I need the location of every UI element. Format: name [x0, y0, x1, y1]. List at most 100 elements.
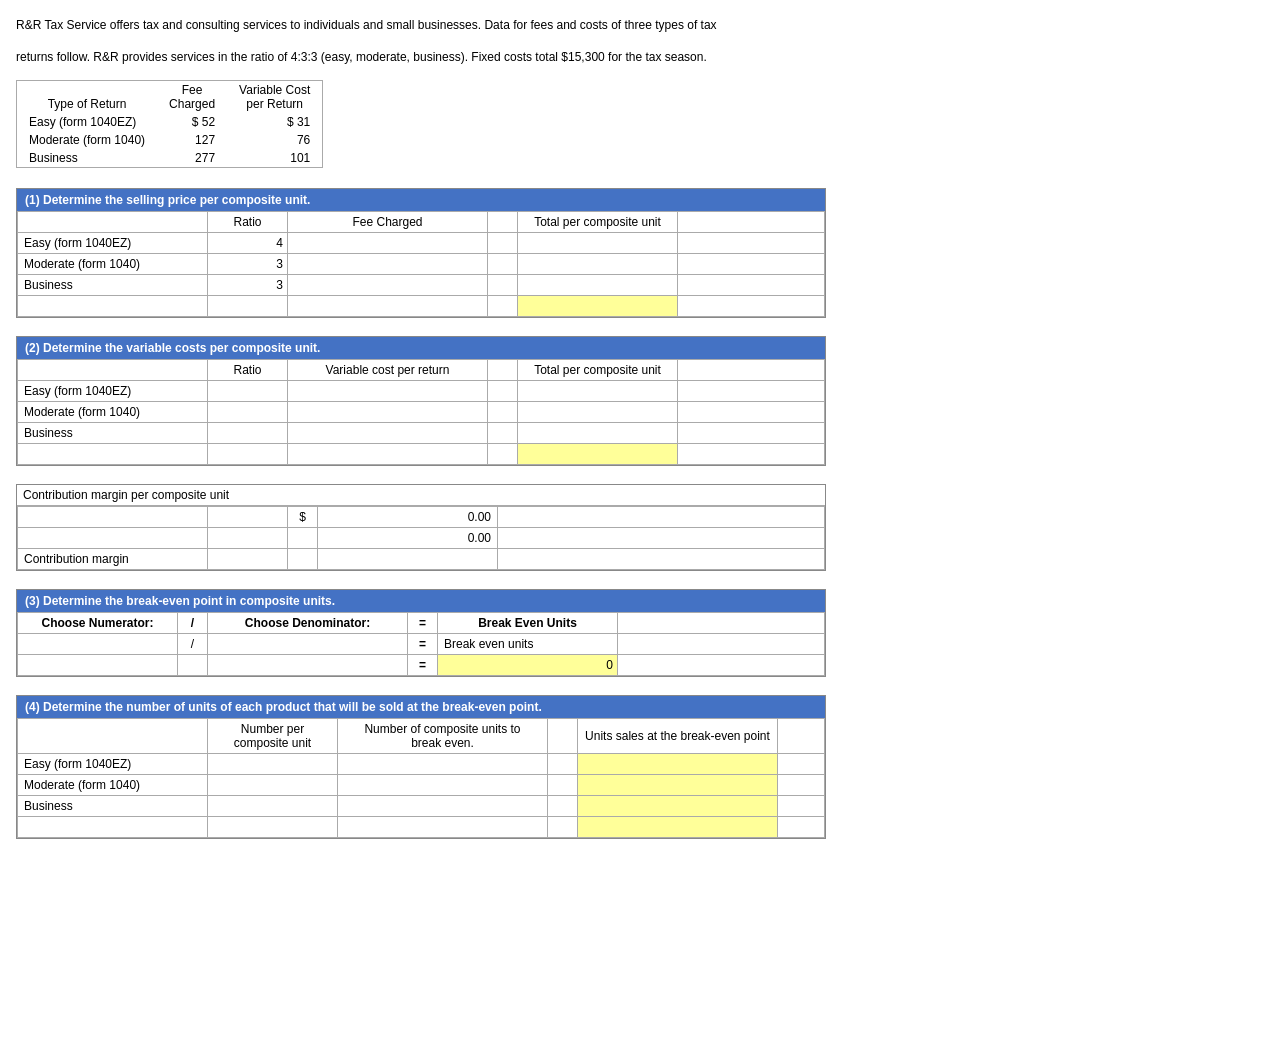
s4-row2-composite[interactable] [338, 775, 548, 796]
s4-row2-composite-input[interactable] [344, 778, 541, 792]
s2-row3-var-input[interactable] [294, 426, 481, 440]
s2-row1-var-input[interactable] [294, 384, 481, 398]
s4-row1-label: Easy (form 1040EZ) [18, 754, 208, 775]
s4-row3-units[interactable] [578, 796, 778, 817]
s3-row2-den[interactable] [208, 655, 408, 676]
s1-row3-fee-input[interactable] [294, 278, 481, 292]
s1-row3-total-input[interactable] [524, 278, 671, 292]
s1-row1-ratio: 4 [208, 233, 288, 254]
s1-row1-fee-input[interactable] [294, 236, 481, 250]
s4-row3-end [778, 796, 825, 817]
s3-row2-num-input[interactable] [24, 658, 171, 672]
s4-row2-spacer [548, 775, 578, 796]
s4-row4-units-input[interactable] [584, 820, 771, 834]
s2-row3-total[interactable] [518, 423, 678, 444]
s1-row1-end [678, 233, 825, 254]
s1-row1-total-input[interactable] [524, 236, 671, 250]
s4-row2-num[interactable] [208, 775, 338, 796]
s4-end-header [778, 719, 825, 754]
s4-row3-composite-input[interactable] [344, 799, 541, 813]
s1-ratio-header: Ratio [208, 212, 288, 233]
s2-row3-label: Business [18, 423, 208, 444]
section2-header: (2) Determine the variable costs per com… [17, 337, 825, 359]
s3-row1-den-input[interactable] [214, 637, 401, 651]
s2-sum-var [288, 444, 488, 465]
s2-empty-header [18, 360, 208, 381]
s2-row1-ratio[interactable] [208, 381, 288, 402]
s4-composite-header: Number of composite units tobreak even. [338, 719, 548, 754]
s4-row2-units-input[interactable] [584, 778, 771, 792]
s1-row1-fee[interactable] [288, 233, 488, 254]
cm-row2-col1[interactable] [18, 528, 208, 549]
cm-row2-col2-input[interactable] [214, 531, 281, 545]
s1-row3-total[interactable] [518, 275, 678, 296]
s4-row4-units[interactable] [578, 817, 778, 838]
s2-sum-total-input[interactable] [524, 447, 671, 461]
s2-row2-total-input[interactable] [524, 405, 671, 419]
s4-row1-num[interactable] [208, 754, 338, 775]
s3-result-value: 0 [438, 655, 618, 676]
s3-row1-den[interactable] [208, 634, 408, 655]
s1-row2-fee[interactable] [288, 254, 488, 275]
s4-row4-end [778, 817, 825, 838]
intro-col1-header: Type of Return [17, 81, 158, 114]
s1-row2-total[interactable] [518, 254, 678, 275]
s1-row3-fee[interactable] [288, 275, 488, 296]
s3-row1-result: Break even units [438, 634, 618, 655]
s4-row3-composite[interactable] [338, 796, 548, 817]
s2-row2-var-input[interactable] [294, 405, 481, 419]
s2-row2-total[interactable] [518, 402, 678, 423]
s2-row3-total-input[interactable] [524, 426, 671, 440]
s4-row1-units-input[interactable] [584, 757, 771, 771]
s2-row2-label: Moderate (form 1040) [18, 402, 208, 423]
s2-row3-var[interactable] [288, 423, 488, 444]
s2-row1-ratio-input[interactable] [214, 384, 281, 398]
s1-row2-total-input[interactable] [524, 257, 671, 271]
s2-sum-total[interactable] [518, 444, 678, 465]
s2-row1-total-input[interactable] [524, 384, 671, 398]
cm-row2-col2[interactable] [208, 528, 288, 549]
cm-row1-col2-input[interactable] [214, 510, 281, 524]
s3-row1-num-input[interactable] [24, 637, 171, 651]
s4-row3-num-input[interactable] [214, 799, 331, 813]
s4-row1-composite-input[interactable] [344, 757, 541, 771]
s3-row2-den-input[interactable] [214, 658, 401, 672]
s1-row1-spacer [488, 233, 518, 254]
s2-row1-var[interactable] [288, 381, 488, 402]
s4-row1-units[interactable] [578, 754, 778, 775]
s4-row1-num-input[interactable] [214, 757, 331, 771]
s3-row2-num[interactable] [18, 655, 178, 676]
cm-row1-col1[interactable] [18, 507, 208, 528]
s4-row3-units-input[interactable] [584, 799, 771, 813]
s1-row1-total[interactable] [518, 233, 678, 254]
s2-row3-spacer [488, 423, 518, 444]
s4-row3-num[interactable] [208, 796, 338, 817]
s2-row2-var[interactable] [288, 402, 488, 423]
s4-row2-num-input[interactable] [214, 778, 331, 792]
s1-fee-header: Fee Charged [288, 212, 488, 233]
s3-end [618, 613, 825, 634]
s1-sum-total-input[interactable] [524, 299, 671, 313]
s2-row1-total[interactable] [518, 381, 678, 402]
s1-sum-fee [288, 296, 488, 317]
intro-row3-fee: 277 [157, 149, 227, 168]
s4-row2-units[interactable] [578, 775, 778, 796]
s1-row2-fee-input[interactable] [294, 257, 481, 271]
intro-text-line2: returns follow. R&R provides services in… [16, 48, 876, 66]
cm-label-value[interactable] [318, 549, 498, 570]
s2-row2-ratio[interactable] [208, 402, 288, 423]
s4-row1-composite[interactable] [338, 754, 548, 775]
s1-sum-total[interactable] [518, 296, 678, 317]
s2-row3-ratio-input[interactable] [214, 426, 281, 440]
cm-row2-col1-input[interactable] [24, 531, 201, 545]
section1-header: (1) Determine the selling price per comp… [17, 189, 825, 211]
cm-row1-col2[interactable] [208, 507, 288, 528]
s2-row2-ratio-input[interactable] [214, 405, 281, 419]
s3-row1-num[interactable] [18, 634, 178, 655]
cm-row1-col1-input[interactable] [24, 510, 201, 524]
s1-row3-spacer [488, 275, 518, 296]
cm-label-value-input[interactable] [324, 552, 491, 566]
intro-row3-var: 101 [227, 149, 323, 168]
s2-row3-ratio[interactable] [208, 423, 288, 444]
section3-table: Choose Numerator: / Choose Denominator: … [17, 612, 825, 676]
